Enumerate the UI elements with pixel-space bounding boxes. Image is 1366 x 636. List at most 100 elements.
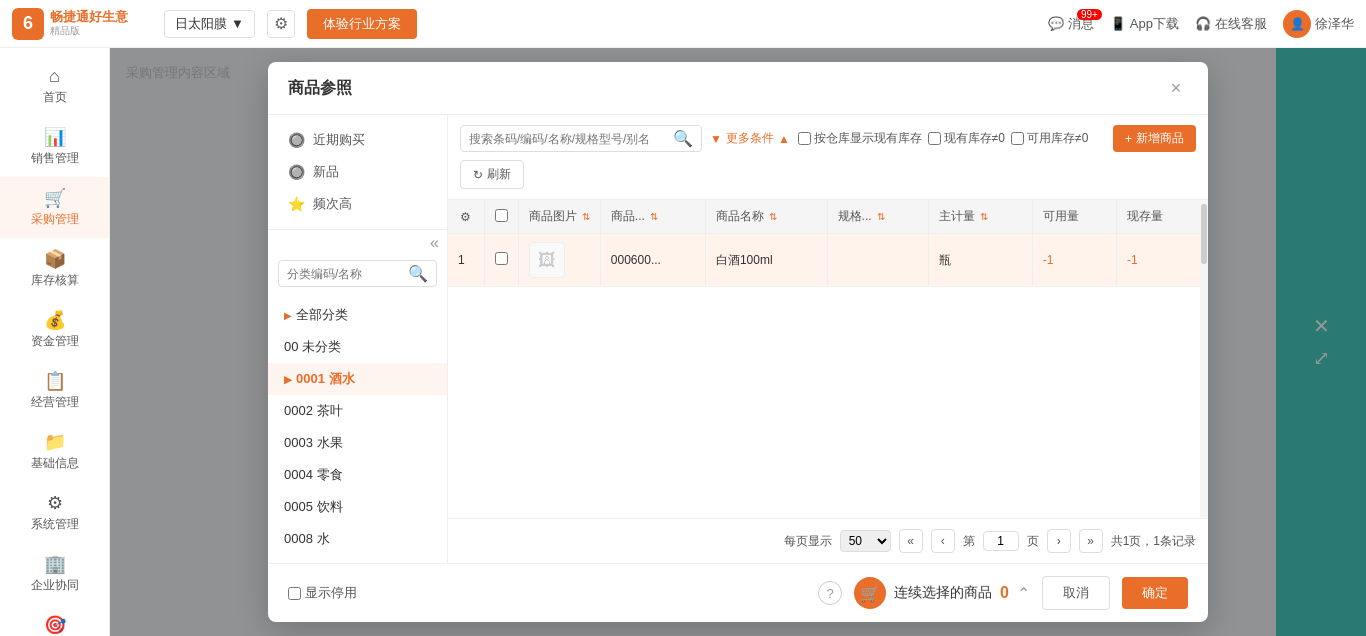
show-disabled-checkbox[interactable]: 显示停用 [288, 584, 357, 602]
sidebar-item-enterprise[interactable]: 🏢 企业协同 [0, 543, 109, 604]
high-frequency-item[interactable]: ⭐ 频次高 [278, 189, 437, 219]
sidebar-item-system[interactable]: ⚙ 系统管理 [0, 482, 109, 543]
expand-icon-0001: ▶ [284, 374, 292, 385]
category-00[interactable]: 00 未分类 [268, 331, 447, 363]
sidebar-item-sales[interactable]: 📊 销售管理 [0, 116, 109, 177]
category-0005[interactable]: 0005 饮料 [268, 491, 447, 523]
last-page-button[interactable]: » [1079, 529, 1103, 553]
collapse-area: « [268, 230, 447, 256]
available-stock-label: 可用库存≠0 [1027, 130, 1088, 147]
basic-info-icon: 📁 [44, 431, 66, 453]
row-image: 🖼 [518, 234, 600, 287]
filter-arrow-icon: ▲ [778, 132, 790, 146]
sidebar-label-inventory: 库存核算 [31, 272, 79, 289]
collapse-button[interactable]: « [430, 234, 439, 252]
sidebar-item-inventory[interactable]: 📦 库存核算 [0, 238, 109, 299]
cart-icon: 🛒 [854, 577, 886, 609]
th-settings[interactable]: ⚙ [448, 200, 484, 234]
page-input[interactable] [983, 531, 1019, 551]
first-page-button[interactable]: « [899, 529, 923, 553]
recent-label: 近期购买 [313, 131, 365, 149]
category-search-input[interactable] [287, 267, 408, 281]
nav-selector[interactable]: 日太阳膜 ▼ [164, 10, 255, 38]
selector-label: 日太阳膜 [175, 15, 227, 33]
scrollbar-thumb[interactable] [1201, 204, 1207, 264]
message-icon: 💬 [1048, 16, 1064, 31]
table-scrollbar[interactable] [1200, 200, 1208, 518]
category-0003[interactable]: 0003 水果 [268, 427, 447, 459]
cart-chevron-up-icon[interactable]: ⌃ [1017, 584, 1030, 603]
new-label: 新品 [313, 163, 339, 181]
app-download-button[interactable]: 📱 App下载 [1110, 15, 1179, 33]
th-checkbox [484, 200, 518, 234]
th-stock-label: 现存量 [1127, 209, 1163, 223]
available-stock-checkbox[interactable]: 可用库存≠0 [1011, 130, 1088, 147]
refresh-button[interactable]: ↻ 刷新 [460, 160, 524, 189]
th-code[interactable]: 商品... ⇅ [600, 200, 705, 234]
per-page-select[interactable]: 50 100 [840, 530, 891, 552]
more-filter-button[interactable]: ▼ 更多条件 ▲ [710, 130, 790, 147]
category-0001[interactable]: ▶ 0001 酒水 [268, 363, 447, 395]
home-icon: ⌂ [49, 66, 60, 87]
sidebar-item-operations[interactable]: 📋 经营管理 [0, 360, 109, 421]
product-search-input[interactable] [469, 132, 669, 146]
freq-label: 频次高 [313, 195, 352, 213]
modal-header: 商品参照 × [268, 62, 1208, 115]
sidebar-item-home[interactable]: ⌂ 首页 [0, 56, 109, 116]
settings-icon[interactable]: ⚙ [267, 10, 295, 38]
category-search-area: 🔍 [268, 256, 447, 291]
logo: 6 畅捷通好生意 精品版 [12, 8, 152, 40]
trial-button[interactable]: 体验行业方案 [307, 9, 417, 39]
new-product-item[interactable]: 🔘 新品 [278, 157, 437, 187]
th-image[interactable]: 商品图片 ⇅ [518, 200, 600, 234]
cart-area[interactable]: 🛒 连续选择的商品 0 ⌃ [854, 577, 1030, 609]
category-0002[interactable]: 0002 茶叶 [268, 395, 447, 427]
user-profile[interactable]: 👤 徐泽华 [1283, 10, 1354, 38]
sidebar-item-guide[interactable]: 🎯 新手引导 [0, 604, 109, 636]
confirm-button[interactable]: 确定 [1122, 577, 1188, 609]
checkbox-group: 按仓库显示现有库存 现有库存≠0 可用库存≠0 [798, 130, 1089, 147]
modal-footer: 显示停用 ? 🛒 连续选择的商品 0 ⌃ 取消 确定 [268, 563, 1208, 622]
category-0003-label: 0003 水果 [284, 434, 343, 452]
operations-icon: 📋 [44, 370, 66, 392]
total-records: 共1页，1条记录 [1111, 533, 1196, 550]
modal-body: 🔘 近期购买 🔘 新品 ⭐ 频次高 « [268, 115, 1208, 563]
next-page-button[interactable]: › [1047, 529, 1071, 553]
category-list: ▶ 全部分类 00 未分类 ▶ 0001 酒水 0002 茶叶 [268, 291, 447, 563]
sidebar-label-home: 首页 [43, 89, 67, 106]
category-all-label: 全部分类 [296, 306, 348, 324]
warehouse-stock-checkbox[interactable]: 按仓库显示现有库存 [798, 130, 922, 147]
purchase-icon: 🛒 [44, 187, 66, 209]
online-service-button[interactable]: 🎧 在线客服 [1195, 15, 1267, 33]
sidebar-item-finance[interactable]: 💰 资金管理 [0, 299, 109, 360]
left-quick-nav: 🔘 近期购买 🔘 新品 ⭐ 频次高 [268, 115, 447, 230]
sidebar-label-purchase: 采购管理 [31, 211, 79, 228]
help-button[interactable]: ? [818, 581, 842, 605]
row-checkbox[interactable] [484, 234, 518, 287]
th-spec-label: 规格... [838, 209, 872, 223]
th-spec[interactable]: 规格... ⇅ [827, 200, 928, 234]
modal-close-button[interactable]: × [1164, 76, 1188, 100]
image-placeholder-icon: 🖼 [538, 250, 556, 271]
sidebar-item-basic-info[interactable]: 📁 基础信息 [0, 421, 109, 482]
category-all[interactable]: ▶ 全部分类 [268, 299, 447, 331]
pagination: 每页显示 50 100 « ‹ 第 页 › » 共1页，1条记录 [448, 518, 1208, 563]
table-row[interactable]: 1 🖼 [448, 234, 1200, 287]
message-button[interactable]: 💬 消息 99+ [1048, 15, 1094, 33]
add-product-button[interactable]: + 新增商品 [1113, 125, 1196, 152]
system-icon: ⚙ [47, 492, 63, 514]
category-0010[interactable]: 0010 家电 [268, 555, 447, 563]
row-select-checkbox[interactable] [495, 252, 508, 265]
current-stock-checkbox[interactable]: 现有库存≠0 [928, 130, 1005, 147]
th-unit[interactable]: 主计量 ⇅ [928, 200, 1032, 234]
category-0008[interactable]: 0008 水 [268, 523, 447, 555]
sidebar-item-purchase[interactable]: 🛒 采购管理 [0, 177, 109, 238]
th-name[interactable]: 商品名称 ⇅ [705, 200, 827, 234]
prev-page-button[interactable]: ‹ [931, 529, 955, 553]
cancel-button[interactable]: 取消 [1042, 576, 1110, 610]
row-available: -1 [1032, 234, 1116, 287]
freq-icon: ⭐ [288, 196, 305, 212]
category-0004[interactable]: 0004 零食 [268, 459, 447, 491]
select-all-checkbox[interactable] [495, 209, 508, 222]
recent-purchase-item[interactable]: 🔘 近期购买 [278, 125, 437, 155]
